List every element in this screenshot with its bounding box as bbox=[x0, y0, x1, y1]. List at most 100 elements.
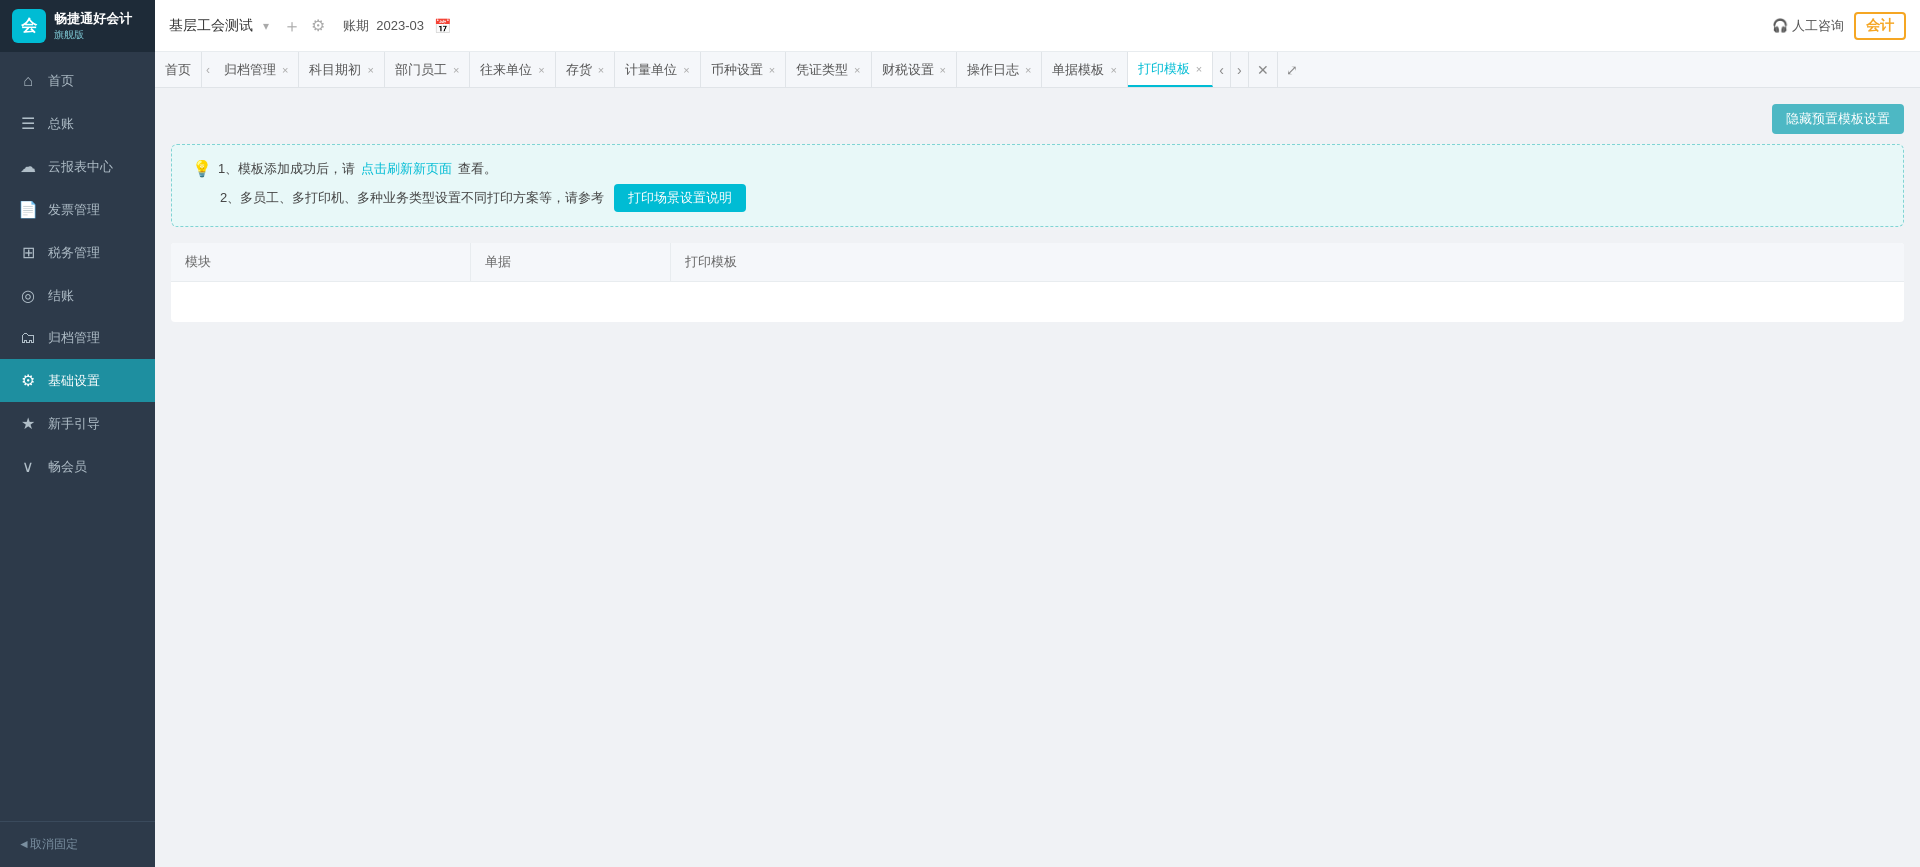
tab-currency-label: 币种设置 bbox=[711, 61, 763, 79]
tab-voucher-type[interactable]: 凭证类型 × bbox=[786, 52, 871, 87]
sidebar-item-invoice[interactable]: 📄 发票管理 bbox=[0, 188, 155, 231]
tab-voucher-type-label: 凭证类型 bbox=[796, 61, 848, 79]
archive-icon: 🗂 bbox=[18, 329, 38, 347]
info-line-2: 2、多员工、多打印机、多种业务类型设置不同打印方案等，请参考 打印场景设置说明 bbox=[192, 184, 1883, 212]
tab-operation-log-label: 操作日志 bbox=[967, 61, 1019, 79]
bulb-icon: 💡 bbox=[192, 159, 212, 178]
table-header: 模块 单据 打印模板 bbox=[171, 243, 1904, 282]
logo-icon: 会 bbox=[12, 9, 46, 43]
print-template-table: 模块 单据 打印模板 bbox=[171, 243, 1904, 322]
guide-icon: ★ bbox=[18, 414, 38, 433]
tab-tax-settings-label: 财税设置 bbox=[882, 61, 934, 79]
info-box: 💡 1、模板添加成功后，请 点击刷新新页面 查看。 2、多员工、多打印机、多种业… bbox=[171, 144, 1904, 227]
sidebar-item-member[interactable]: ∨ 畅会员 bbox=[0, 445, 155, 488]
sidebar-item-tax[interactable]: ⊞ 税务管理 bbox=[0, 231, 155, 274]
home-icon: ⌂ bbox=[18, 72, 38, 90]
tab-subjects-label: 科目期初 bbox=[309, 61, 361, 79]
sidebar: 会 畅捷通好会计 旗舰版 ⌂ 首页 ☰ 总账 ☁ 云报表中心 📄 发票管理 ⊞ … bbox=[0, 0, 155, 867]
col-voucher: 单据 bbox=[471, 243, 671, 281]
sidebar-label-close: 结账 bbox=[48, 287, 74, 305]
kuaiji-button[interactable]: 会计 bbox=[1854, 12, 1906, 40]
table-body bbox=[171, 282, 1904, 322]
sidebar-label-reports: 云报表中心 bbox=[48, 158, 113, 176]
page-content: 隐藏预置模板设置 💡 1、模板添加成功后，请 点击刷新新页面 查看。 2、多员工… bbox=[155, 88, 1920, 867]
tab-scroll-right-btn[interactable]: › bbox=[1231, 52, 1249, 87]
sidebar-label-guide: 新手引导 bbox=[48, 415, 100, 433]
sidebar-item-guide[interactable]: ★ 新手引导 bbox=[0, 402, 155, 445]
tab-voucher-type-close[interactable]: × bbox=[854, 64, 860, 76]
tab-single-template-close[interactable]: × bbox=[1110, 64, 1116, 76]
tab-subjects[interactable]: 科目期初 × bbox=[299, 52, 384, 87]
sidebar-label-archive: 归档管理 bbox=[48, 329, 100, 347]
sidebar-label-home: 首页 bbox=[48, 72, 74, 90]
tab-home-label: 首页 bbox=[165, 61, 191, 79]
period-label: 账期 2023-03 bbox=[343, 17, 424, 35]
tab-inventory[interactable]: 存货 × bbox=[556, 52, 615, 87]
member-icon: ∨ bbox=[18, 457, 38, 476]
tab-operation-log[interactable]: 操作日志 × bbox=[957, 52, 1042, 87]
print-scene-button[interactable]: 打印场景设置说明 bbox=[614, 184, 746, 212]
tab-archive-close[interactable]: × bbox=[282, 64, 288, 76]
sidebar-label-invoice: 发票管理 bbox=[48, 201, 100, 219]
logo-title: 畅捷通好会计 bbox=[54, 10, 132, 28]
tab-close-all-btn[interactable]: ✕ bbox=[1249, 52, 1278, 87]
sidebar-label-member: 畅会员 bbox=[48, 458, 87, 476]
tab-dept-close[interactable]: × bbox=[453, 64, 459, 76]
settings-gear-icon[interactable]: ⚙ bbox=[311, 16, 325, 35]
headphone-icon: 🎧 bbox=[1772, 18, 1788, 33]
tab-unit[interactable]: 计量单位 × bbox=[615, 52, 700, 87]
tab-dept[interactable]: 部门员工 × bbox=[385, 52, 470, 87]
sidebar-item-settings[interactable]: ⚙ 基础设置 bbox=[0, 359, 155, 402]
sidebar-nav: ⌂ 首页 ☰ 总账 ☁ 云报表中心 📄 发票管理 ⊞ 税务管理 ◎ 结账 🗂 归… bbox=[0, 52, 155, 821]
topbar: 基层工会测试 ▾ ＋ ⚙ 账期 2023-03 📅 🎧 人工咨询 会计 bbox=[155, 0, 1920, 52]
topbar-right: 🎧 人工咨询 会计 bbox=[1772, 12, 1906, 40]
sidebar-logo: 会 畅捷通好会计 旗舰版 bbox=[0, 0, 155, 52]
tab-print-template[interactable]: 打印模板 × bbox=[1128, 52, 1213, 87]
tab-expand-btn[interactable]: ⤢ bbox=[1278, 52, 1306, 87]
sidebar-item-archive[interactable]: 🗂 归档管理 bbox=[0, 317, 155, 359]
sidebar-label-tax: 税务管理 bbox=[48, 244, 100, 262]
tab-scroll-left-btn[interactable]: ‹ bbox=[1213, 52, 1231, 87]
tab-single-template-label: 单据模板 bbox=[1052, 61, 1104, 79]
sidebar-label-ledger: 总账 bbox=[48, 115, 74, 133]
company-name: 基层工会测试 bbox=[169, 17, 253, 35]
tab-single-template[interactable]: 单据模板 × bbox=[1042, 52, 1127, 87]
sidebar-item-home[interactable]: ⌂ 首页 bbox=[0, 60, 155, 102]
tab-subjects-close[interactable]: × bbox=[367, 64, 373, 76]
tab-unit-label: 计量单位 bbox=[625, 61, 677, 79]
sidebar-footer-unpin[interactable]: ◄取消固定 bbox=[0, 821, 155, 867]
tab-tax-settings[interactable]: 财税设置 × bbox=[872, 52, 957, 87]
hide-preview-area: 隐藏预置模板设置 bbox=[171, 104, 1904, 134]
hide-preview-button[interactable]: 隐藏预置模板设置 bbox=[1772, 104, 1904, 134]
sidebar-item-close[interactable]: ◎ 结账 bbox=[0, 274, 155, 317]
tab-inventory-close[interactable]: × bbox=[598, 64, 604, 76]
company-dropdown-icon[interactable]: ▾ bbox=[263, 19, 269, 33]
main-area: 基层工会测试 ▾ ＋ ⚙ 账期 2023-03 📅 🎧 人工咨询 会计 首页 ‹… bbox=[155, 0, 1920, 867]
tab-print-template-close[interactable]: × bbox=[1196, 63, 1202, 75]
refresh-link[interactable]: 点击刷新新页面 bbox=[361, 160, 452, 178]
sidebar-item-reports[interactable]: ☁ 云报表中心 bbox=[0, 145, 155, 188]
tab-home[interactable]: 首页 bbox=[155, 52, 202, 87]
sidebar-item-ledger[interactable]: ☰ 总账 bbox=[0, 102, 155, 145]
tab-dept-label: 部门员工 bbox=[395, 61, 447, 79]
tab-tax-settings-close[interactable]: × bbox=[940, 64, 946, 76]
tab-suppliers-close[interactable]: × bbox=[538, 64, 544, 76]
calendar-icon[interactable]: 📅 bbox=[434, 18, 451, 34]
add-company-icon[interactable]: ＋ bbox=[283, 14, 301, 38]
tab-nav-left-icon[interactable]: ‹ bbox=[202, 63, 214, 77]
service-button[interactable]: 🎧 人工咨询 bbox=[1772, 17, 1844, 35]
invoice-icon: 📄 bbox=[18, 200, 38, 219]
tab-archive[interactable]: 归档管理 × bbox=[214, 52, 299, 87]
tabs-bar: 首页 ‹ 归档管理 × 科目期初 × 部门员工 × 往来单位 × 存货 × 计量… bbox=[155, 52, 1920, 88]
col-print-template: 打印模板 bbox=[671, 243, 1904, 281]
info-line2-prefix: 2、多员工、多打印机、多种业务类型设置不同打印方案等，请参考 bbox=[220, 189, 604, 207]
tab-currency-close[interactable]: × bbox=[769, 64, 775, 76]
tab-suppliers[interactable]: 往来单位 × bbox=[470, 52, 555, 87]
tab-currency[interactable]: 币种设置 × bbox=[701, 52, 786, 87]
tax-icon: ⊞ bbox=[18, 243, 38, 262]
tab-print-template-label: 打印模板 bbox=[1138, 60, 1190, 78]
tab-operation-log-close[interactable]: × bbox=[1025, 64, 1031, 76]
settings-icon: ⚙ bbox=[18, 371, 38, 390]
tab-unit-close[interactable]: × bbox=[683, 64, 689, 76]
info-line-1: 💡 1、模板添加成功后，请 点击刷新新页面 查看。 bbox=[192, 159, 1883, 178]
